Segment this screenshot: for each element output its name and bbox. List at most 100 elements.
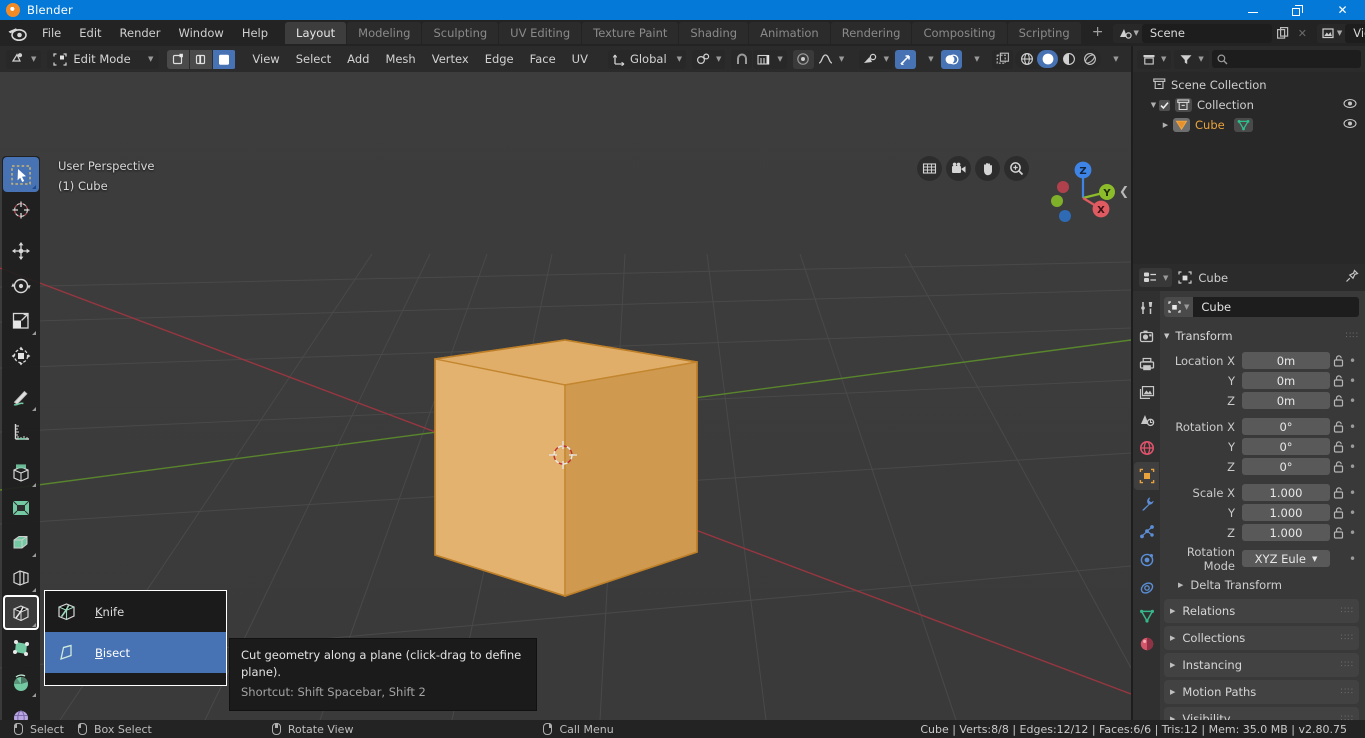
snap-to-selector[interactable]: ▼ <box>753 49 787 69</box>
outliner-filter-button[interactable]: ▼ <box>1174 49 1209 69</box>
tweak-tool-button[interactable] <box>3 157 39 192</box>
editor-type-selector[interactable]: ▼ <box>6 49 42 69</box>
outliner-row-collection[interactable]: ▼ Collection <box>1133 95 1365 115</box>
viewport-menu-edge[interactable]: Edge <box>477 49 522 69</box>
scale-x-field[interactable]: 1.000 <box>1242 484 1330 501</box>
animate-property-dot[interactable]: • <box>1346 375 1359 387</box>
transform-panel-header[interactable]: ▼ Transform ∷∷ <box>1164 326 1359 346</box>
viewport-menu-uv[interactable]: UV <box>564 49 596 69</box>
loop-cut-tool-button[interactable] <box>3 560 39 595</box>
popup-item-bisect[interactable]: Bisect <box>45 632 226 673</box>
popup-item-knife[interactable]: Knife <box>45 591 226 632</box>
move-tool-button[interactable] <box>3 233 39 268</box>
collection-checkbox[interactable] <box>1159 99 1170 111</box>
show-hide-selector[interactable]: ▼ <box>858 49 893 69</box>
mode-selector[interactable]: Edit Mode ▼ <box>47 49 160 69</box>
scene-name-field[interactable]: Scene <box>1141 23 1272 43</box>
location-z-field[interactable]: 0m <box>1242 392 1330 409</box>
lock-icon[interactable] <box>1330 354 1346 367</box>
poly-build-tool-button[interactable] <box>3 630 39 665</box>
annotate-tool-button[interactable] <box>3 379 39 414</box>
panel-visibility[interactable]: ▶ Visibility ∷∷ <box>1164 707 1359 720</box>
lock-icon[interactable] <box>1330 420 1346 433</box>
view-axis-gizmo[interactable]: Z Y X <box>1039 150 1123 234</box>
properties-editor-type-selector[interactable]: ▼ <box>1139 268 1173 287</box>
transform-orientation-selector[interactable]: Global ▼ <box>607 49 687 69</box>
expand-triangle-icon[interactable]: ▼ <box>1148 101 1159 109</box>
zoom-view-icon[interactable] <box>1004 156 1029 181</box>
scale-y-field[interactable]: 1.000 <box>1242 504 1330 521</box>
face-select-mode-button[interactable] <box>213 49 236 69</box>
measure-tool-button[interactable] <box>3 414 39 449</box>
toggle-camera-perspective-icon[interactable] <box>917 156 942 181</box>
bevel-tool-button[interactable] <box>3 525 39 560</box>
maximize-button[interactable] <box>1275 0 1320 20</box>
panel-instancing[interactable]: ▶ Instancing ∷∷ <box>1164 653 1359 677</box>
pin-icon[interactable] <box>1345 269 1359 286</box>
lock-icon[interactable] <box>1330 394 1346 407</box>
scene-selector[interactable]: ▼ Scene <box>1113 23 1272 43</box>
viewport-menu-vertex[interactable]: Vertex <box>424 49 477 69</box>
animate-property-dot[interactable]: • <box>1346 553 1359 565</box>
add-workspace-button[interactable]: + <box>1082 23 1114 43</box>
xray-toggle-icon[interactable] <box>992 49 1013 69</box>
gizmo-icon[interactable] <box>895 49 916 69</box>
properties-tab-render[interactable] <box>1134 322 1159 350</box>
panel-relations[interactable]: ▶ Relations ∷∷ <box>1164 599 1359 623</box>
properties-tab-constraints[interactable] <box>1134 574 1159 602</box>
cursor-tool-button[interactable] <box>3 192 39 227</box>
lock-icon[interactable] <box>1330 440 1346 453</box>
menu-help[interactable]: Help <box>233 23 277 43</box>
workspace-tab-uv-editing[interactable]: UV Editing <box>499 22 582 44</box>
shading-options-dropdown[interactable]: ▼ <box>1103 50 1124 69</box>
remove-scene-button[interactable]: ✕ <box>1293 24 1312 43</box>
chevron-left-icon[interactable]: ❮ <box>1119 184 1129 198</box>
animate-property-dot[interactable]: • <box>1346 507 1359 519</box>
properties-tab-data[interactable] <box>1134 602 1159 630</box>
workspace-tab-layout[interactable]: Layout <box>285 22 347 44</box>
outliner-row-cube[interactable]: ▶ Cube <box>1133 115 1365 135</box>
expand-triangle-icon[interactable]: ▶ <box>1160 121 1171 129</box>
workspace-tab-scripting[interactable]: Scripting <box>1007 22 1081 44</box>
rendered-shading-button[interactable] <box>1079 50 1100 68</box>
outliner-display-mode-selector[interactable]: ▼ <box>1137 49 1172 69</box>
workspace-tab-compositing[interactable]: Compositing <box>912 22 1007 44</box>
delta-transform-subpanel[interactable]: ▶ Delta Transform <box>1164 574 1359 596</box>
animate-property-dot[interactable]: • <box>1346 461 1359 473</box>
location-y-field[interactable]: 0m <box>1242 372 1330 389</box>
scale-tool-button[interactable] <box>3 303 39 338</box>
close-button[interactable]: ✕ <box>1320 0 1365 20</box>
gizmo-options-dropdown[interactable]: ▼ <box>918 50 939 69</box>
properties-tab-material[interactable] <box>1134 630 1159 658</box>
animate-property-dot[interactable]: • <box>1346 395 1359 407</box>
extrude-region-tool-button[interactable] <box>3 455 39 490</box>
rotation-z-field[interactable]: 0° <box>1242 458 1330 475</box>
lock-icon[interactable] <box>1330 460 1346 473</box>
vertex-select-mode-button[interactable] <box>167 49 190 69</box>
overlays-icon[interactable] <box>941 49 962 69</box>
workspace-tab-modeling[interactable]: Modeling <box>347 22 422 44</box>
lock-icon[interactable] <box>1330 486 1346 499</box>
blender-icon[interactable] <box>7 24 27 42</box>
animate-property-dot[interactable]: • <box>1346 355 1359 367</box>
minimize-button[interactable] <box>1230 0 1275 20</box>
animate-property-dot[interactable]: • <box>1346 487 1359 499</box>
menu-file[interactable]: File <box>33 23 70 43</box>
object-id-field[interactable]: ▼ Cube <box>1164 297 1359 317</box>
transform-tool-button[interactable] <box>3 338 39 373</box>
properties-tab-particles[interactable] <box>1134 518 1159 546</box>
overlays-options-dropdown[interactable]: ▼ <box>964 50 985 69</box>
outliner-row-scene-collection[interactable]: Scene Collection <box>1133 75 1365 95</box>
properties-tab-tool[interactable] <box>1134 294 1159 322</box>
properties-tab-scene[interactable] <box>1134 406 1159 434</box>
workspace-tab-texture-paint[interactable]: Texture Paint <box>582 22 679 44</box>
smooth-tool-button[interactable] <box>3 700 39 720</box>
panel-motion-paths[interactable]: ▶ Motion Paths ∷∷ <box>1164 680 1359 704</box>
wireframe-shading-button[interactable] <box>1016 50 1037 68</box>
lock-icon[interactable] <box>1330 374 1346 387</box>
animate-property-dot[interactable]: • <box>1346 527 1359 539</box>
workspace-tab-animation[interactable]: Animation <box>749 22 830 44</box>
viewport-menu-add[interactable]: Add <box>339 49 377 69</box>
animate-property-dot[interactable]: • <box>1346 421 1359 433</box>
viewport-menu-view[interactable]: View <box>244 49 287 69</box>
